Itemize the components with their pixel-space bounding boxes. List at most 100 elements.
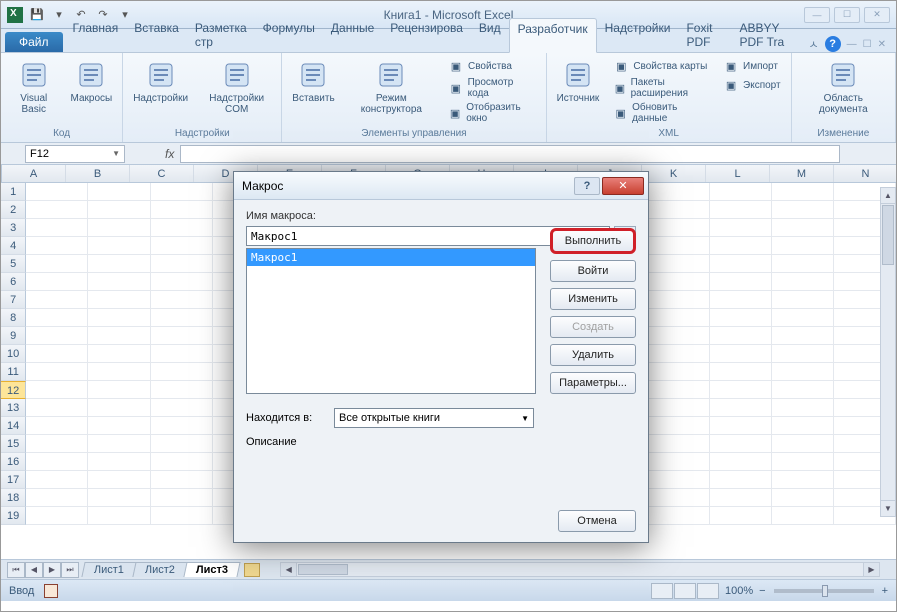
cell[interactable]: [26, 255, 88, 273]
macro-list-item[interactable]: Макрос1: [247, 249, 535, 266]
view-page-layout[interactable]: [674, 583, 696, 599]
cell[interactable]: [26, 489, 88, 507]
cell[interactable]: [26, 453, 88, 471]
row-header[interactable]: 3: [1, 219, 26, 237]
cell[interactable]: [151, 183, 213, 201]
cell[interactable]: [772, 435, 834, 453]
ribbon-tab-5[interactable]: Рецензирова: [382, 18, 471, 52]
zoom-thumb[interactable]: [822, 585, 828, 597]
cell[interactable]: [88, 417, 150, 435]
cell[interactable]: [151, 345, 213, 363]
cell[interactable]: [648, 345, 710, 363]
cell[interactable]: [151, 489, 213, 507]
cell[interactable]: [648, 183, 710, 201]
column-header[interactable]: B: [66, 165, 130, 182]
cell[interactable]: [88, 489, 150, 507]
cell[interactable]: [26, 471, 88, 489]
ribbon-small-button[interactable]: ▣Свойства карты: [609, 57, 713, 75]
cell[interactable]: [772, 309, 834, 327]
cell[interactable]: [26, 273, 88, 291]
cell[interactable]: [648, 453, 710, 471]
vertical-scrollbar[interactable]: ▲ ▼: [880, 187, 896, 517]
cell[interactable]: [772, 489, 834, 507]
cell[interactable]: [26, 309, 88, 327]
cell[interactable]: [26, 363, 88, 381]
zoom-in-icon[interactable]: +: [882, 585, 888, 597]
ribbon-button[interactable]: Область документа: [798, 57, 889, 117]
column-header[interactable]: K: [642, 165, 706, 182]
row-header[interactable]: 9: [1, 327, 26, 345]
cell[interactable]: [648, 219, 710, 237]
sheet-tab[interactable]: Лист2: [132, 562, 187, 577]
sheet-nav-last[interactable]: ⏭: [61, 562, 79, 578]
ribbon-tab-2[interactable]: Разметка стр: [187, 18, 255, 52]
view-page-break[interactable]: [697, 583, 719, 599]
row-header[interactable]: 1: [1, 183, 26, 201]
doc-close-icon[interactable]: ✕: [878, 39, 886, 50]
sheet-tab[interactable]: Лист1: [81, 562, 136, 577]
row-header[interactable]: 17: [1, 471, 26, 489]
ribbon-tab-4[interactable]: Данные: [323, 18, 382, 52]
ribbon-small-button[interactable]: ▣Просмотр кода: [444, 76, 540, 100]
ribbon-small-button[interactable]: ▣Отобразить окно: [444, 101, 540, 125]
cell[interactable]: [710, 507, 772, 525]
cell[interactable]: [648, 417, 710, 435]
cell[interactable]: [710, 219, 772, 237]
ribbon-tab-10[interactable]: ABBYY PDF Tra: [732, 18, 809, 52]
zoom-level[interactable]: 100%: [725, 585, 753, 597]
cell[interactable]: [710, 363, 772, 381]
row-header[interactable]: 12: [1, 381, 26, 399]
cell[interactable]: [26, 219, 88, 237]
cell[interactable]: [26, 381, 88, 399]
cell[interactable]: [88, 291, 150, 309]
delete-button[interactable]: Удалить: [550, 344, 636, 366]
cancel-button[interactable]: Отмена: [558, 510, 636, 532]
cell[interactable]: [88, 507, 150, 525]
hscroll-thumb[interactable]: [298, 564, 348, 575]
cell[interactable]: [710, 309, 772, 327]
horizontal-scrollbar[interactable]: ◀ ▶: [280, 562, 880, 577]
cell[interactable]: [88, 201, 150, 219]
file-tab[interactable]: Файл: [5, 32, 63, 52]
cell[interactable]: [151, 381, 213, 399]
cell[interactable]: [88, 399, 150, 417]
cell[interactable]: [772, 345, 834, 363]
cell[interactable]: [26, 417, 88, 435]
cell[interactable]: [88, 435, 150, 453]
cell[interactable]: [151, 291, 213, 309]
scroll-up-icon[interactable]: ▲: [881, 188, 895, 204]
cell[interactable]: [772, 417, 834, 435]
cell[interactable]: [151, 417, 213, 435]
scroll-right-icon[interactable]: ▶: [863, 563, 879, 576]
cell[interactable]: [648, 273, 710, 291]
row-header[interactable]: 7: [1, 291, 26, 309]
macro-record-icon[interactable]: [44, 584, 58, 598]
formula-input[interactable]: [180, 145, 840, 163]
row-header[interactable]: 5: [1, 255, 26, 273]
ribbon-collapse-icon[interactable]: ㅅ: [809, 36, 819, 52]
cell[interactable]: [648, 471, 710, 489]
cell[interactable]: [710, 471, 772, 489]
cell[interactable]: [648, 255, 710, 273]
cell[interactable]: [88, 183, 150, 201]
cell[interactable]: [772, 363, 834, 381]
cell[interactable]: [648, 237, 710, 255]
cell[interactable]: [648, 363, 710, 381]
ribbon-tab-9[interactable]: Foxit PDF: [678, 18, 731, 52]
column-header[interactable]: L: [706, 165, 770, 182]
cell[interactable]: [88, 309, 150, 327]
ribbon-tab-1[interactable]: Вставка: [126, 18, 187, 52]
name-box-dropdown-icon[interactable]: ▼: [112, 149, 120, 158]
ribbon-small-button[interactable]: ▣Обновить данные: [609, 101, 713, 125]
cell[interactable]: [710, 273, 772, 291]
cell[interactable]: [88, 363, 150, 381]
row-header[interactable]: 16: [1, 453, 26, 471]
location-select[interactable]: Все открытые книги ▼: [334, 408, 534, 428]
cell[interactable]: [772, 471, 834, 489]
cell[interactable]: [88, 273, 150, 291]
ribbon-tab-3[interactable]: Формулы: [255, 18, 323, 52]
cell[interactable]: [26, 435, 88, 453]
cell[interactable]: [772, 507, 834, 525]
ribbon-button[interactable]: Вставить: [288, 57, 338, 106]
cell[interactable]: [710, 345, 772, 363]
